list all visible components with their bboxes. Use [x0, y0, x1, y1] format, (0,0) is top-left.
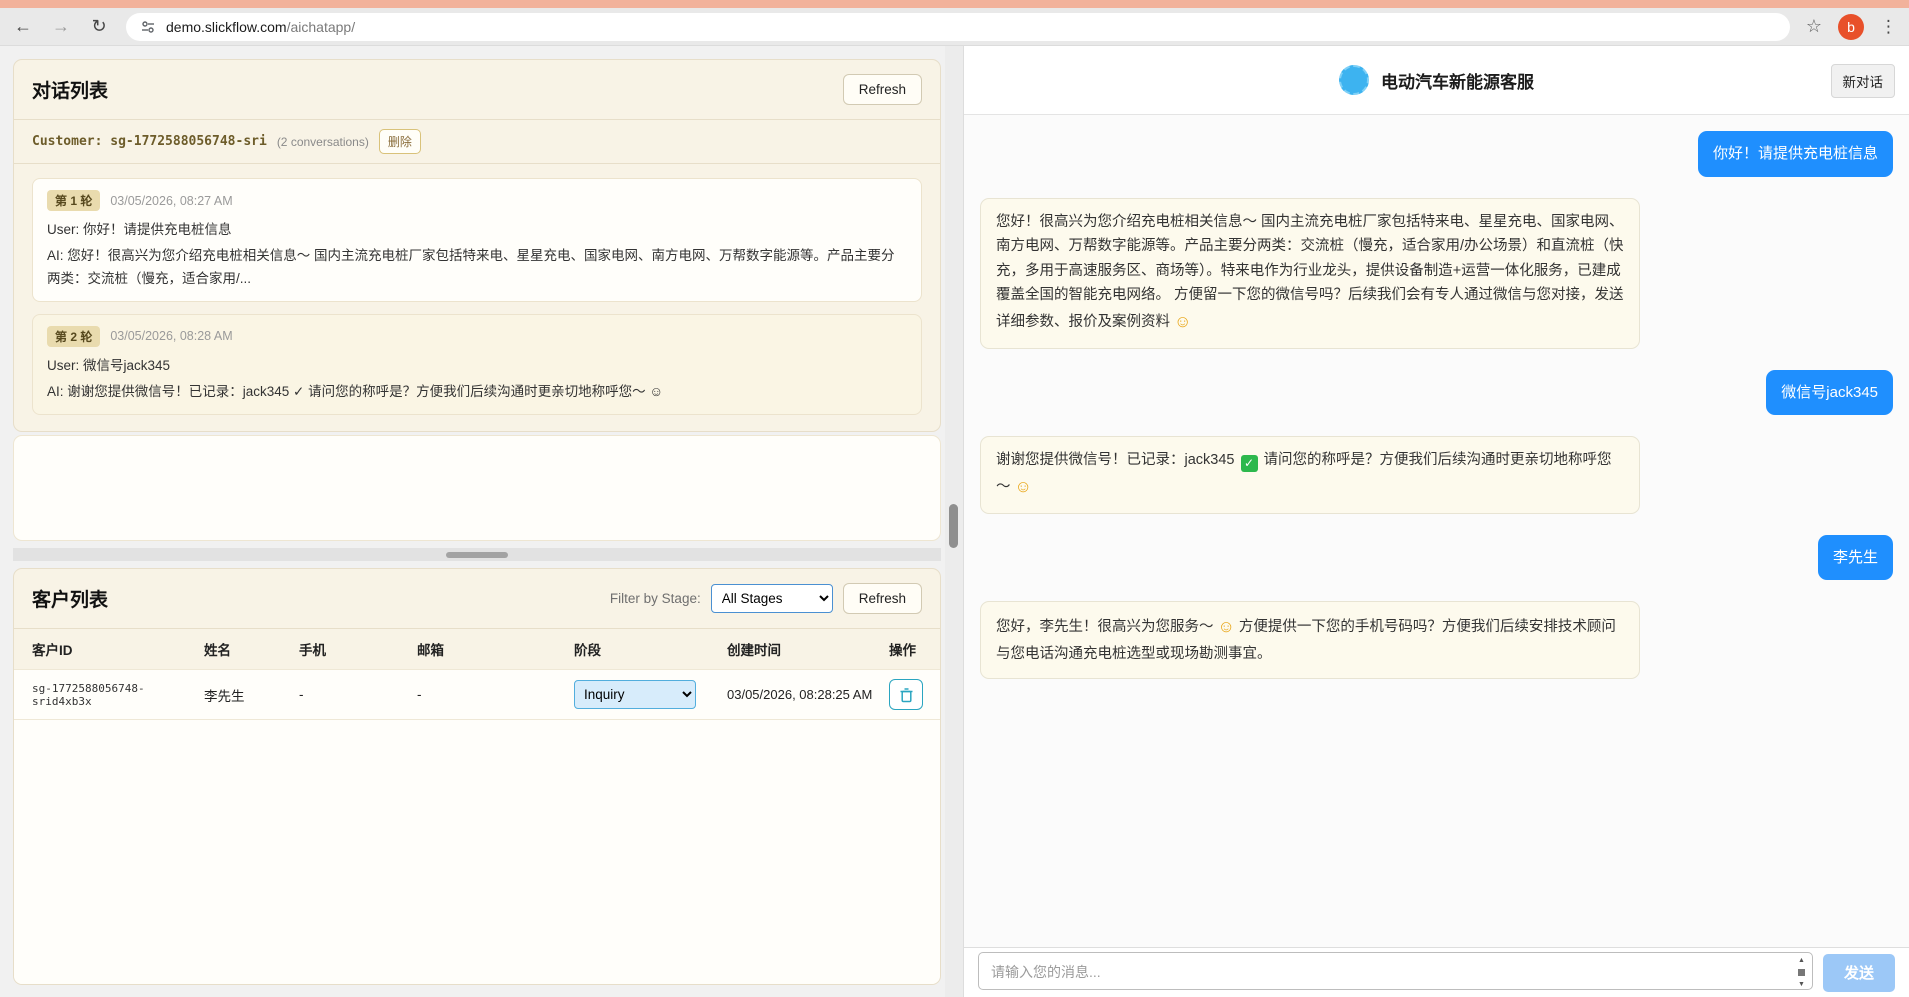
customer-table-empty-area [14, 719, 940, 984]
round-header: 第 1 轮 03/05/2026, 08:27 AM [47, 190, 907, 211]
chat-message-area: 你好！请提供充电桩信息您好！很高兴为您介绍充电桩相关信息～ 国内主流充电桩厂家包… [964, 115, 1909, 947]
resize-grip[interactable] [446, 551, 508, 558]
column-header: 姓名 [204, 643, 231, 659]
customer-summary-row: Customer: sg-1772588056748-sri (2 conver… [14, 119, 940, 164]
chat-input-bar: ▲ ▼ 发送 [964, 947, 1909, 997]
conversation-count: (2 conversations) [276, 134, 369, 149]
left-pane-scrollbar[interactable] [945, 46, 963, 997]
customer-id-cell: sg-1772588056748-srid4xb3x [32, 681, 145, 708]
forward-icon[interactable]: → [50, 16, 72, 37]
app-page: 对话列表 Refresh Customer: sg-1772588056748-… [0, 46, 1909, 997]
scrollbar-thumb[interactable] [949, 504, 958, 548]
user-message-bubble: 微信号jack345 [1766, 369, 1893, 416]
chatbot-avatar [1339, 65, 1369, 95]
bookmark-star-icon[interactable]: ☆ [1806, 16, 1822, 37]
column-header: 邮箱 [417, 643, 444, 659]
stage-cell: Inquiry [574, 680, 727, 710]
round-user-line: User: 微信号jack345 [47, 357, 171, 373]
round-user-line: User: 你好！请提供充电桩信息 [47, 222, 232, 237]
round-timestamp: 03/05/2026, 08:28 AM [110, 329, 233, 344]
actions-cell [889, 679, 923, 711]
scroll-down-icon[interactable]: ▼ [1798, 981, 1805, 988]
conversation-round-item[interactable]: 第 1 轮 03/05/2026, 08:27 AM User: 你好！请提供充电桩… [32, 178, 922, 302]
round-number-badge: 第 1 轮 [47, 190, 101, 211]
customer-name-cell: 李先生 [204, 688, 245, 704]
browser-profile-avatar[interactable]: b [1838, 13, 1864, 40]
user-message-bubble: 李先生 [1817, 534, 1893, 581]
scroll-thumb[interactable] [1798, 969, 1805, 976]
browser-window-strip [0, 0, 1909, 8]
chat-message-row: 谢谢您提供微信号！已记录：jack345 ✓ 请问您的称呼是？方便我们后续沟通时… [980, 436, 1893, 514]
delete-row-button[interactable] [889, 679, 923, 711]
customer-table-header: 客户ID 姓名 手机 邮箱 阶段 创建时间 操作 [14, 628, 940, 669]
chat-header: 电动汽车新能源客服 新对话 [964, 46, 1909, 115]
stage-select[interactable]: Inquiry [574, 680, 696, 710]
customer-email-cell: - [417, 687, 422, 703]
stage-filter-label: Filter by Stage: [609, 591, 701, 607]
ai-message-bubble: 谢谢您提供微信号！已记录：jack345 ✓ 请问您的称呼是？方便我们后续沟通时… [980, 436, 1640, 514]
column-header: 阶段 [574, 643, 601, 659]
chat-title: 电动汽车新能源客服 [1381, 72, 1534, 92]
back-icon[interactable]: ← [12, 16, 34, 37]
customers-refresh-button[interactable]: Refresh [842, 583, 922, 615]
admin-left-pane: 对话列表 Refresh Customer: sg-1772588056748-… [0, 46, 945, 997]
browser-menu-icon[interactable]: ⋮ [1880, 17, 1897, 37]
chat-pane: 电动汽车新能源客服 新对话 你好！请提供充电桩信息您好！很高兴为您介绍充电桩相关… [963, 46, 1909, 997]
chat-message-row: 你好！请提供充电桩信息 [980, 131, 1893, 177]
column-header: 创建时间 [727, 643, 781, 659]
delete-customer-button[interactable]: 删除 [378, 129, 421, 154]
textarea-scrollbar[interactable]: ▲ ▼ [1796, 957, 1807, 988]
conversation-list-title: 对话列表 [32, 81, 109, 102]
round-timestamp: 03/05/2026, 08:27 AM [110, 193, 233, 208]
smiley-icon: ☺ [1174, 312, 1192, 332]
stage-filter-select[interactable]: All Stages [710, 584, 833, 614]
ai-message-bubble: 您好，李先生！很高兴为您服务～ ☺ 方便提供一下您的手机号码吗？方便我们后续安排… [980, 601, 1640, 680]
site-settings-icon[interactable] [140, 19, 156, 35]
customer-list-card: 客户列表 Filter by Stage: All Stages Refresh… [13, 568, 941, 985]
round-number-badge: 第 2 轮 [47, 325, 101, 347]
new-chat-button[interactable]: 新对话 [1830, 64, 1895, 98]
column-header: 操作 [889, 643, 916, 659]
chat-message-input[interactable] [978, 952, 1813, 990]
customer-id-label: Customer: sg-1772588056748-sri [32, 134, 267, 149]
browser-toolbar: ← → ↻ demo.slickflow.com/aichatapp/ ☆ b … [0, 8, 1909, 46]
pane-resize-handle[interactable] [13, 548, 941, 562]
round-ai-line: AI: 谢谢您提供微信号！已记录：jack345 ✓ 请问您的称呼是？方便我们后… [47, 384, 664, 400]
smiley-icon: ☺ [1014, 477, 1032, 497]
conversation-list-card: 对话列表 Refresh Customer: sg-1772588056748-… [13, 59, 941, 433]
chat-message-row: 李先生 [980, 534, 1893, 581]
send-button[interactable]: 发送 [1823, 953, 1895, 992]
chat-message-row: 您好！很高兴为您介绍充电桩相关信息～ 国内主流充电桩厂家包括特来电、星星充电、国… [980, 197, 1893, 349]
address-bar[interactable]: demo.slickflow.com/aichatapp/ [126, 12, 1790, 41]
chat-message-row: 您好，李先生！很高兴为您服务～ ☺ 方便提供一下您的手机号码吗？方便我们后续安排… [980, 601, 1893, 680]
created-time-cell: 03/05/2026, 08:28:25 AM [727, 687, 873, 703]
column-header: 客户ID [32, 643, 73, 659]
user-message-bubble: 你好！请提供充电桩信息 [1697, 131, 1893, 177]
chat-message-row: 微信号jack345 [980, 369, 1893, 416]
check-icon: ✓ [1240, 455, 1258, 473]
conversation-rounds-list: 第 1 轮 03/05/2026, 08:27 AM User: 你好！请提供充电桩… [14, 164, 940, 431]
reload-icon[interactable]: ↻ [88, 16, 110, 37]
scroll-up-icon[interactable]: ▲ [1798, 957, 1805, 964]
smiley-icon: ☺ [1217, 617, 1235, 637]
round-header: 第 2 轮 03/05/2026, 08:28 AM [47, 325, 907, 347]
conversation-detail-panel [13, 435, 941, 542]
customer-phone-cell: - [299, 687, 304, 703]
conversations-refresh-button[interactable]: Refresh [842, 74, 922, 105]
column-header: 手机 [299, 643, 326, 659]
table-row: sg-1772588056748-srid4xb3x 李先生 - - Inquiry 03… [14, 669, 940, 720]
ai-message-bubble: 您好！很高兴为您介绍充电桩相关信息～ 国内主流充电桩厂家包括特来电、星星充电、国… [980, 197, 1640, 349]
round-ai-line: AI: 您好！很高兴为您介绍充电桩相关信息～ 国内主流充电桩厂家包括特来电、星星… [47, 248, 895, 286]
url-text: demo.slickflow.com/aichatapp/ [166, 18, 356, 35]
conversation-round-item[interactable]: 第 2 轮 03/05/2026, 08:28 AM User: 微信号jack34… [32, 313, 922, 416]
customer-list-title: 客户列表 [32, 590, 109, 612]
